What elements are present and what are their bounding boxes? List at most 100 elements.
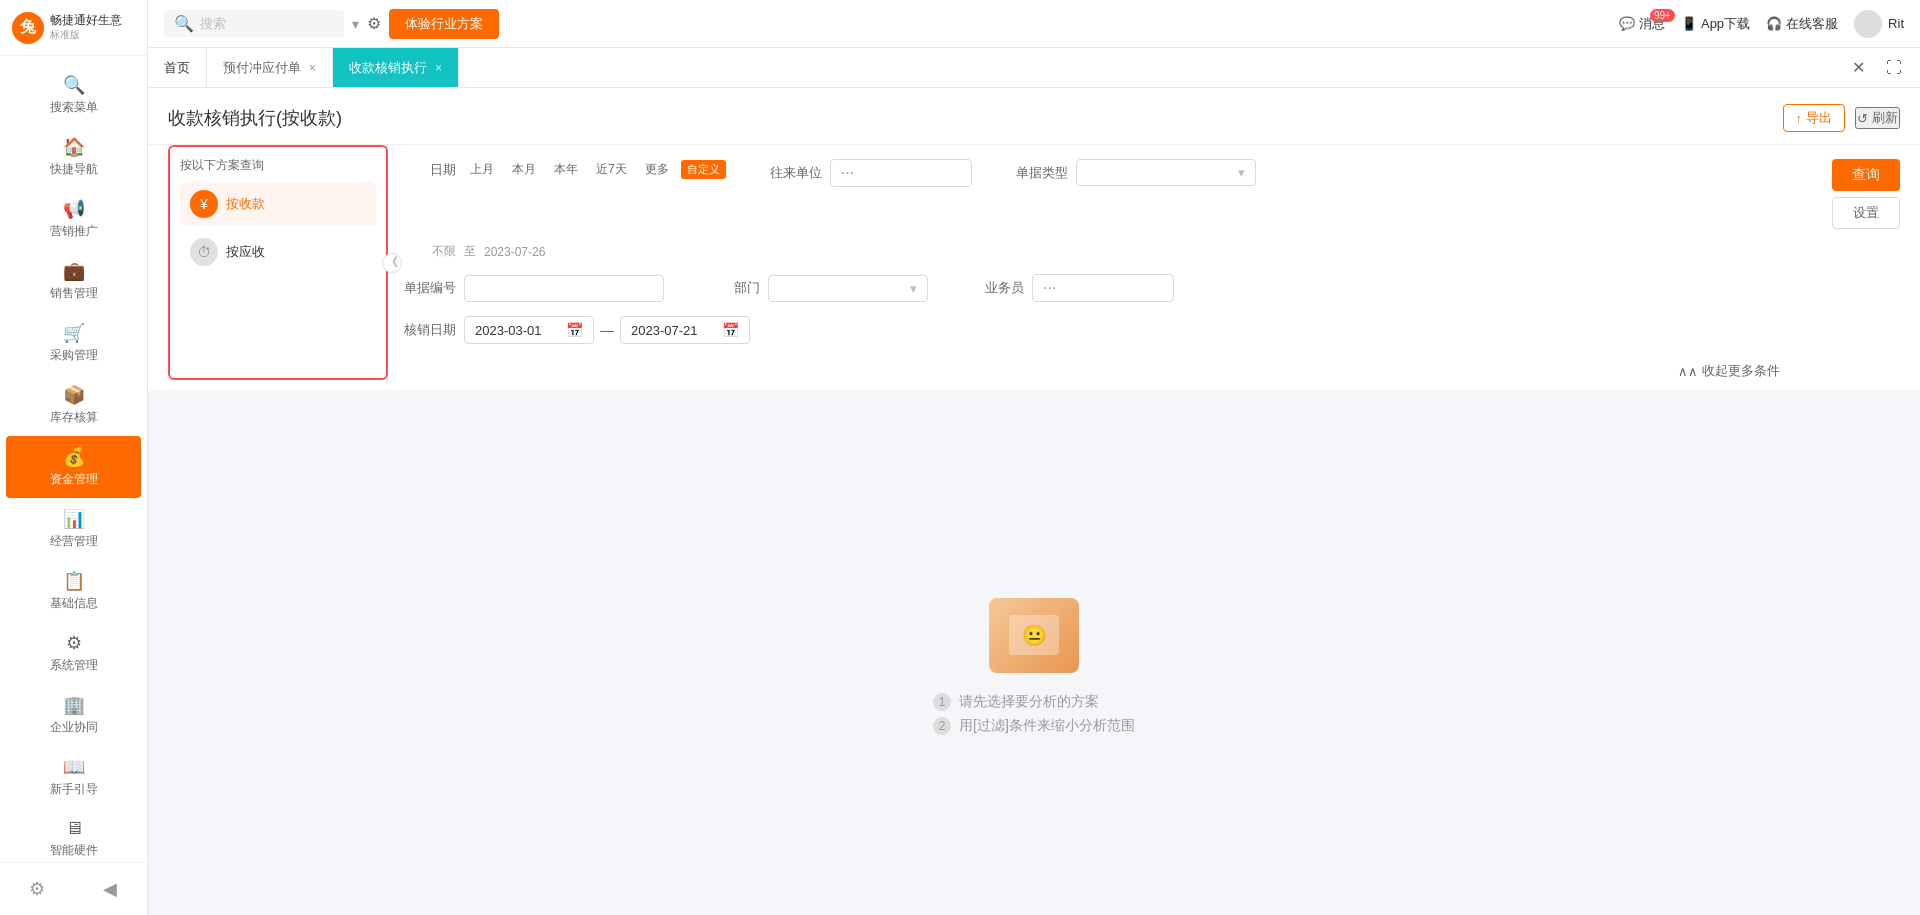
tab-verify-close[interactable]: × xyxy=(435,61,442,75)
collapse-label: 收起更多条件 xyxy=(1702,362,1780,380)
dept-select[interactable]: ▾ xyxy=(768,275,928,302)
verify-date-start[interactable]: 2023-03-01 📅 xyxy=(464,316,594,344)
date-btn-more[interactable]: 更多 xyxy=(639,159,675,180)
app-logo: 兔 畅捷通好生意 标准版 xyxy=(0,0,147,56)
sidebar-settings-btn[interactable]: ⚙ xyxy=(21,873,53,905)
sidebar-item-label: 系统管理 xyxy=(50,657,98,674)
date-btn-7days[interactable]: 近7天 xyxy=(590,159,633,180)
tabbar: 首页 预付冲应付单 × 收款核销执行 × ✕ ⛶ xyxy=(148,48,1920,88)
date-btn-thismonth[interactable]: 本月 xyxy=(506,159,542,180)
home-tab-label: 首页 xyxy=(164,59,190,77)
tab-prepay[interactable]: 预付冲应付单 × xyxy=(207,48,333,87)
marketing-icon: 📢 xyxy=(63,198,85,220)
filter-option-by-receipt[interactable]: ¥ 按收款 xyxy=(180,182,376,226)
sidebar: 兔 畅捷通好生意 标准版 🔍 搜索菜单 🏠 快捷导航 📢 营销推广 💼 销售管理… xyxy=(0,0,148,915)
filter-fields: 日期 上月 本月 本年 近7天 更多 自定义 xyxy=(404,145,1900,380)
empty-text: 1 请先选择要分析的方案 2 用[过滤]条件来缩小分析范围 xyxy=(933,693,1135,741)
search-placeholder: 搜索 xyxy=(200,15,226,33)
gear-icon[interactable]: ⚙ xyxy=(367,14,381,33)
home-icon: 🏠 xyxy=(63,136,85,158)
staff-label: 业务员 xyxy=(972,279,1024,297)
step-num-2: 2 xyxy=(933,717,951,735)
filter-main: 按以下方案查询 《 ¥ 按收款 ⏱ 按应收 xyxy=(168,145,1900,380)
setting-btn[interactable]: 设置 xyxy=(1832,197,1900,229)
tab-verify[interactable]: 收款核销执行 × xyxy=(333,48,459,87)
content-area: 收款核销执行(按收款) ↑ 导出 ↺ 刷新 按以下方案查询 《 xyxy=(148,88,1920,915)
export-label: 导出 xyxy=(1806,109,1832,127)
receivable-option-label: 按应收 xyxy=(226,243,265,261)
sidebar-item-label: 营销推广 xyxy=(50,223,98,240)
date-separator: — xyxy=(600,322,614,338)
empty-face: 😐 xyxy=(1009,615,1059,655)
message-btn[interactable]: 💬 消息 99+ xyxy=(1619,15,1665,33)
sidebar-item-operations[interactable]: 📊 经营管理 xyxy=(0,498,147,560)
filter-area: 按以下方案查询 《 ¥ 按收款 ⏱ 按应收 xyxy=(148,145,1920,390)
sidebar-item-sales[interactable]: 💼 销售管理 xyxy=(0,250,147,312)
sidebar-item-label: 资金管理 xyxy=(50,471,98,488)
query-btn[interactable]: 查询 xyxy=(1832,159,1900,191)
sidebar-collapse-btn[interactable]: ◀ xyxy=(94,873,126,905)
sidebar-item-inventory[interactable]: 📦 库存核算 xyxy=(0,374,147,436)
verify-date-end[interactable]: 2023-07-21 📅 xyxy=(620,316,750,344)
date-to-label: 至 xyxy=(464,243,476,260)
tab-home[interactable]: 首页 xyxy=(148,48,207,87)
date-label: 日期 xyxy=(404,161,456,179)
dropdown-icon[interactable]: ▾ xyxy=(352,16,359,32)
sidebar-item-label: 库存核算 xyxy=(50,409,98,426)
tab-expand-btn[interactable]: ⛶ xyxy=(1880,54,1908,82)
sidebar-item-guide[interactable]: 📖 新手引导 xyxy=(0,746,147,808)
verify-end-text: 2023-07-21 xyxy=(631,323,698,338)
filter-option-by-receivable[interactable]: ⏱ 按应收 xyxy=(180,230,376,274)
sidebar-item-label: 快捷导航 xyxy=(50,161,98,178)
refresh-label: 刷新 xyxy=(1872,109,1898,127)
empty-box: 😐 xyxy=(989,598,1079,673)
empty-step1: 1 请先选择要分析的方案 xyxy=(933,693,1135,711)
filter-collapse-btn[interactable]: 《 xyxy=(382,253,402,273)
app-download-btn[interactable]: 📱 App下载 xyxy=(1681,15,1750,33)
doc-type-select[interactable]: ▾ xyxy=(1076,159,1256,186)
empty-state: 😐 1 请先选择要分析的方案 2 用[过滤]条件来缩小分析范围 xyxy=(148,398,1920,915)
step1-text: 请先选择要分析的方案 xyxy=(959,693,1099,711)
date-btn-thisyear[interactable]: 本年 xyxy=(548,159,584,180)
topbar-search-box[interactable]: 🔍 搜索 xyxy=(164,10,344,37)
sidebar-item-hardware[interactable]: 🖥 智能硬件 xyxy=(0,808,147,862)
sales-icon: 💼 xyxy=(63,260,85,282)
date-custom-tag[interactable]: 自定义 xyxy=(681,160,726,179)
collapse-more-btn[interactable]: ∧∧ 收起更多条件 xyxy=(1678,362,1780,380)
date-btn-lastmonth[interactable]: 上月 xyxy=(464,159,500,180)
message-icon: 💬 xyxy=(1619,16,1635,31)
operations-icon: 📊 xyxy=(63,508,85,530)
refresh-btn[interactable]: ↺ 刷新 xyxy=(1855,107,1900,129)
date-no-limit: 不限 xyxy=(432,243,456,260)
sidebar-item-finance[interactable]: 💰 资金管理 xyxy=(6,436,141,498)
doc-no-input[interactable] xyxy=(464,275,664,302)
service-btn[interactable]: 🎧 在线客服 xyxy=(1766,15,1838,33)
counterparty-input[interactable]: ··· xyxy=(830,159,972,187)
sidebar-item-purchase[interactable]: 🛒 采购管理 xyxy=(0,312,147,374)
sidebar-item-basic[interactable]: 📋 基础信息 xyxy=(0,560,147,622)
system-icon: ⚙ xyxy=(66,632,82,654)
chevron-down-icon: ▾ xyxy=(910,281,917,296)
sidebar-item-label: 智能硬件 xyxy=(50,842,98,859)
receipt-option-icon: ¥ xyxy=(190,190,218,218)
sidebar-item-quicknav[interactable]: 🏠 快捷导航 xyxy=(0,126,147,188)
export-btn[interactable]: ↑ 导出 xyxy=(1783,104,1846,132)
sidebar-item-system[interactable]: ⚙ 系统管理 xyxy=(0,622,147,684)
app-icon: 📱 xyxy=(1681,16,1697,31)
industry-btn[interactable]: 体验行业方案 xyxy=(389,9,499,39)
sidebar-item-label: 企业协同 xyxy=(50,719,98,736)
dept-label: 部门 xyxy=(708,279,760,297)
user-area[interactable]: Rit xyxy=(1854,10,1904,38)
topbar-left: 🔍 搜索 ▾ ⚙ 体验行业方案 xyxy=(164,9,1607,39)
tab-prepay-close[interactable]: × xyxy=(309,61,316,75)
empty-illustration: 😐 xyxy=(974,573,1094,673)
app-label: App下载 xyxy=(1701,15,1750,33)
filter-scheme-panel: 按以下方案查询 《 ¥ 按收款 ⏱ 按应收 xyxy=(168,145,388,380)
staff-input[interactable]: ··· xyxy=(1032,274,1174,302)
sidebar-item-search[interactable]: 🔍 搜索菜单 xyxy=(0,64,147,126)
calendar-start-icon[interactable]: 📅 xyxy=(566,322,583,338)
calendar-end-icon[interactable]: 📅 xyxy=(722,322,739,338)
sidebar-item-collab[interactable]: 🏢 企业协同 xyxy=(0,684,147,746)
sidebar-item-marketing[interactable]: 📢 营销推广 xyxy=(0,188,147,250)
tab-close-btn[interactable]: ✕ xyxy=(1844,54,1872,82)
